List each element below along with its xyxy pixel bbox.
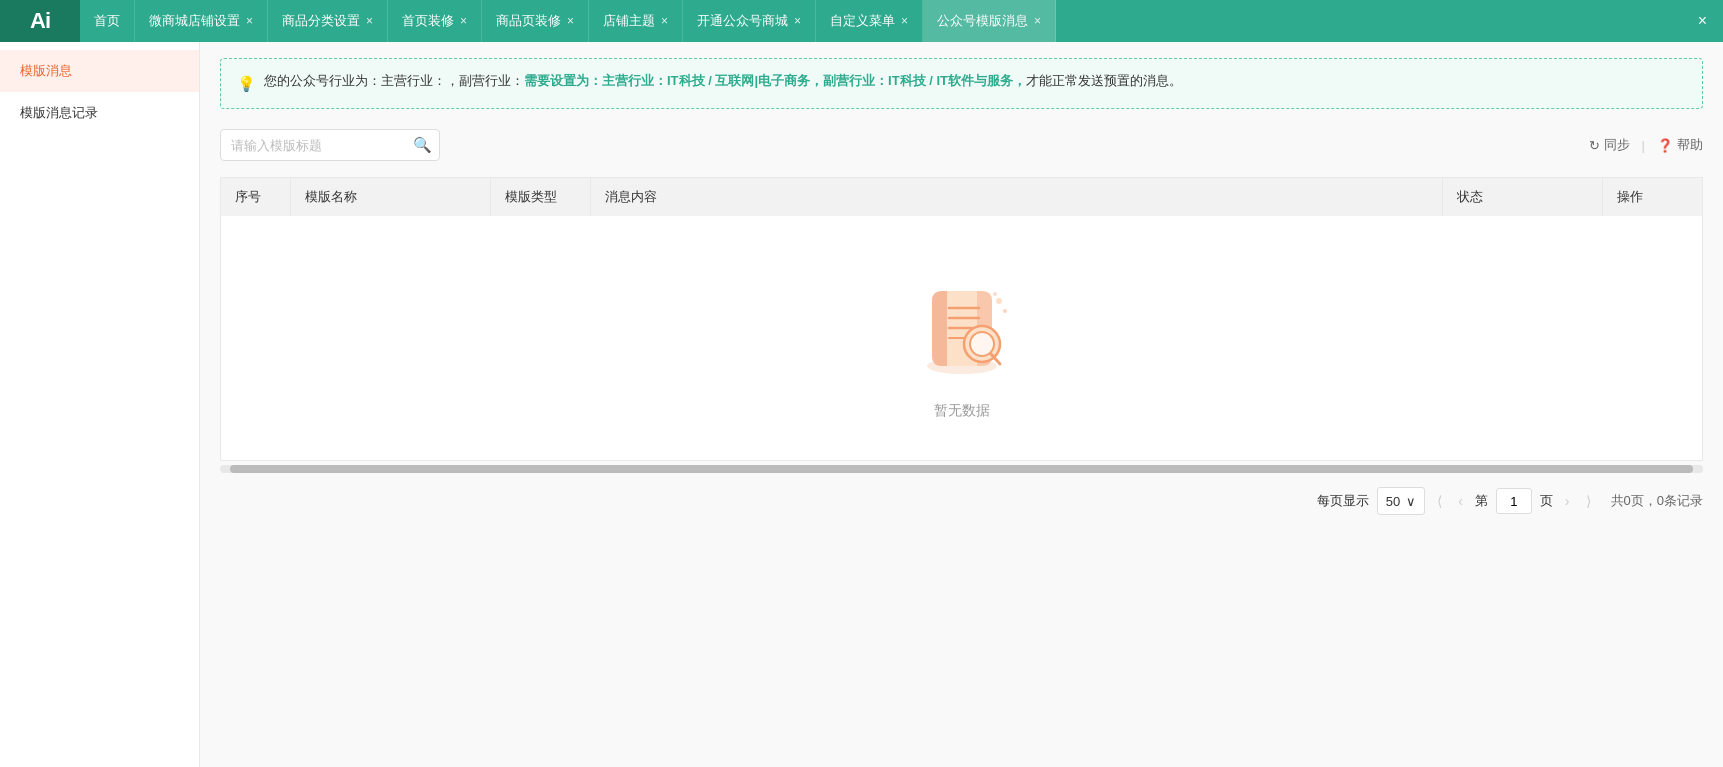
toolbar-right: ↻ 同步 | ❓ 帮助 <box>1589 136 1703 154</box>
help-icon: ❓ <box>1657 138 1673 153</box>
nav-tab-template-msg[interactable]: 公众号模版消息 × <box>923 0 1056 42</box>
table-col-name: 模版名称 <box>291 178 491 217</box>
prev-page-button[interactable]: ‹ <box>1454 491 1467 511</box>
empty-text: 暂无数据 <box>934 402 990 420</box>
search-button[interactable]: 🔍 <box>413 136 432 154</box>
nav-tab-custom-menu[interactable]: 自定义菜单 × <box>816 0 923 42</box>
total-label: 共0页，0条记录 <box>1611 492 1703 510</box>
nav-tab-shop-settings[interactable]: 微商城店铺设置 × <box>135 0 268 42</box>
scrollbar-track[interactable] <box>220 465 1703 473</box>
nav-tabs: 首页微商城店铺设置 ×商品分类设置 ×首页装修 ×商品页装修 ×店铺主题 ×开通… <box>80 0 1682 42</box>
nav-tab-open-mall[interactable]: 开通公众号商城 × <box>683 0 816 42</box>
empty-state: 暂无数据 <box>221 216 1702 460</box>
page-suffix: 页 <box>1540 492 1553 510</box>
sidebar-item-template-record[interactable]: 模版消息记录 <box>0 92 199 134</box>
info-banner-text-before: 您的公众号行业为：主营行业：，副营行业： <box>264 73 524 88</box>
chevron-down-icon: ∨ <box>1406 494 1416 509</box>
content-area: 💡 您的公众号行业为：主营行业：，副营行业：需要设置为：主营行业：IT科技 / … <box>200 42 1723 767</box>
info-banner-text-after: 才能正常发送预置的消息。 <box>1026 73 1182 88</box>
page-input[interactable] <box>1496 488 1532 514</box>
per-page-value: 50 <box>1386 494 1400 509</box>
nav-tab-close-shop-settings[interactable]: × <box>246 14 253 28</box>
logo: Ai <box>0 0 80 42</box>
nav-tab-close-open-mall[interactable]: × <box>794 14 801 28</box>
toolbar-divider: | <box>1642 138 1645 153</box>
sidebar: 模版消息模版消息记录 <box>0 42 200 767</box>
nav-tab-close-shop-theme[interactable]: × <box>661 14 668 28</box>
nav-tab-label-homepage-decor: 首页装修 <box>402 12 454 30</box>
nav-tab-label-custom-menu: 自定义菜单 <box>830 12 895 30</box>
nav-tab-label-category-settings: 商品分类设置 <box>282 12 360 30</box>
bulb-icon: 💡 <box>237 72 256 96</box>
svg-point-10 <box>1003 309 1007 313</box>
nav-tab-label-product-decor: 商品页装修 <box>496 12 561 30</box>
table-col-seq: 序号 <box>221 178 291 217</box>
nav-tab-home[interactable]: 首页 <box>80 0 135 42</box>
nav-tab-product-decor[interactable]: 商品页装修 × <box>482 0 589 42</box>
nav-tab-shop-theme[interactable]: 店铺主题 × <box>589 0 683 42</box>
scrollbar-thumb[interactable] <box>230 465 1693 473</box>
nav-tab-close-category-settings[interactable]: × <box>366 14 373 28</box>
info-banner-text-highlight: 需要设置为：主营行业：IT科技 / 互联网|电子商务，副营行业：IT科技 / I… <box>524 73 1026 88</box>
pagination: 每页显示 50 ∨ ⟨ ‹ 第 页 › ⟩ 共0页，0条记录 <box>220 477 1703 519</box>
nav-tab-label-shop-theme: 店铺主题 <box>603 12 655 30</box>
main-layout: 模版消息模版消息记录 💡 您的公众号行业为：主营行业：，副营行业：需要设置为：主… <box>0 42 1723 767</box>
nav-tab-homepage-decor[interactable]: 首页装修 × <box>388 0 482 42</box>
svg-point-11 <box>993 292 997 296</box>
info-banner-text: 您的公众号行业为：主营行业：，副营行业：需要设置为：主营行业：IT科技 / 互联… <box>264 71 1182 92</box>
table-col-status: 状态 <box>1443 178 1603 217</box>
table-col-content: 消息内容 <box>591 178 1443 217</box>
logo-text: Ai <box>30 8 50 34</box>
close-all-button[interactable]: × <box>1682 12 1723 30</box>
sidebar-item-template-msg[interactable]: 模版消息 <box>0 50 199 92</box>
sync-button[interactable]: ↻ 同步 <box>1589 136 1630 154</box>
table-header-row: 序号模版名称模版类型消息内容状态操作 <box>221 178 1703 217</box>
nav-tab-close-homepage-decor[interactable]: × <box>460 14 467 28</box>
nav-tab-category-settings[interactable]: 商品分类设置 × <box>268 0 388 42</box>
search-input[interactable] <box>220 129 440 161</box>
info-banner: 💡 您的公众号行业为：主营行业：，副营行业：需要设置为：主营行业：IT科技 / … <box>220 58 1703 109</box>
top-nav: Ai 首页微商城店铺设置 ×商品分类设置 ×首页装修 ×商品页装修 ×店铺主题 … <box>0 0 1723 42</box>
per-page-select[interactable]: 50 ∨ <box>1377 487 1425 515</box>
nav-tab-label-home: 首页 <box>94 12 120 30</box>
page-prefix: 第 <box>1475 492 1488 510</box>
data-table: 序号模版名称模版类型消息内容状态操作 <box>220 177 1703 461</box>
search-input-wrap: 🔍 <box>220 129 440 161</box>
svg-point-9 <box>996 298 1002 304</box>
per-page-label: 每页显示 <box>1317 492 1369 510</box>
first-page-button[interactable]: ⟨ <box>1433 491 1446 511</box>
help-button[interactable]: ❓ 帮助 <box>1657 136 1703 154</box>
nav-tab-label-shop-settings: 微商城店铺设置 <box>149 12 240 30</box>
nav-tab-label-open-mall: 开通公众号商城 <box>697 12 788 30</box>
help-label: 帮助 <box>1677 136 1703 154</box>
next-page-button[interactable]: › <box>1561 491 1574 511</box>
nav-tab-close-template-msg[interactable]: × <box>1034 14 1041 28</box>
empty-illustration <box>907 276 1017 386</box>
nav-tab-close-custom-menu[interactable]: × <box>901 14 908 28</box>
nav-tab-close-product-decor[interactable]: × <box>567 14 574 28</box>
nav-tab-label-template-msg: 公众号模版消息 <box>937 12 1028 30</box>
sync-label: 同步 <box>1604 136 1630 154</box>
table-col-type: 模版类型 <box>491 178 591 217</box>
search-bar: 🔍 ↻ 同步 | ❓ 帮助 <box>220 129 1703 161</box>
table-col-action: 操作 <box>1603 178 1703 217</box>
last-page-button[interactable]: ⟩ <box>1582 491 1595 511</box>
sync-icon: ↻ <box>1589 138 1600 153</box>
